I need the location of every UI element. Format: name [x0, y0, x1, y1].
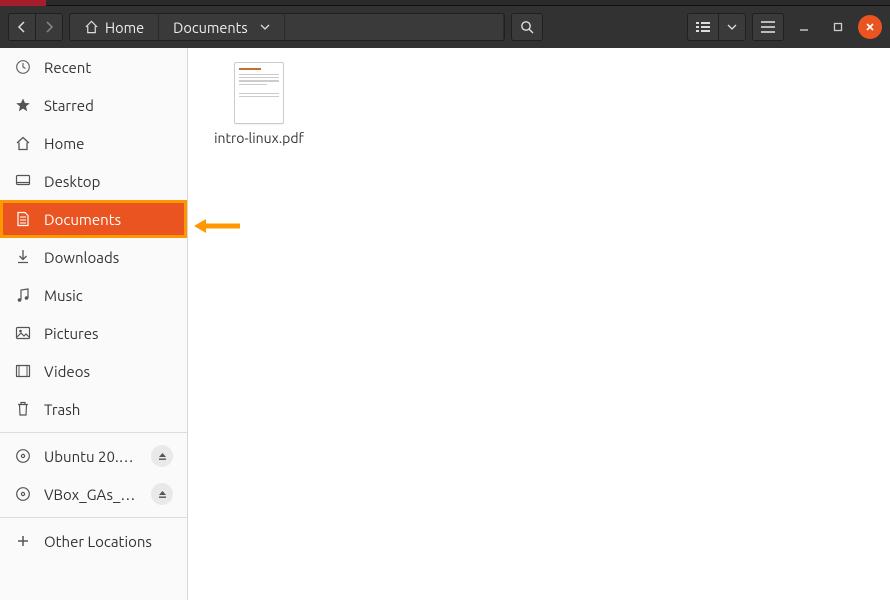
sidebar-item-desktop[interactable]: Desktop	[0, 162, 187, 200]
file-item[interactable]: intro-linux.pdf	[204, 58, 314, 151]
sidebar-item-documents[interactable]: Documents	[0, 200, 187, 238]
plus-icon	[16, 534, 30, 548]
sidebar-label: Other Locations	[44, 533, 152, 550]
sidebar: Recent Starred Home Desktop Documents Do…	[0, 48, 188, 600]
crumb-home-label: Home	[105, 19, 144, 36]
sidebar-item-starred[interactable]: Starred	[0, 86, 187, 124]
sidebar-item-trash[interactable]: Trash	[0, 390, 187, 428]
dropdown-icon	[260, 24, 270, 30]
back-button[interactable]	[8, 13, 35, 41]
disc-icon	[15, 486, 31, 502]
sidebar-item-other-locations[interactable]: Other Locations	[0, 522, 187, 560]
file-view[interactable]: intro-linux.pdf	[188, 48, 890, 600]
sidebar-label: Recent	[44, 59, 91, 76]
sidebar-label: Starred	[44, 97, 94, 114]
close-icon	[865, 22, 875, 32]
sidebar-item-home[interactable]: Home	[0, 124, 187, 162]
sidebar-label: Downloads	[44, 249, 119, 266]
disc-icon	[15, 448, 31, 464]
sidebar-item-videos[interactable]: Videos	[0, 352, 187, 390]
videos-icon	[15, 364, 31, 378]
eject-icon	[158, 490, 167, 499]
sidebar-label: Videos	[44, 363, 90, 380]
home-icon	[84, 20, 99, 34]
crumb-documents-label: Documents	[173, 19, 248, 36]
sidebar-item-downloads[interactable]: Downloads	[0, 238, 187, 276]
maximize-button[interactable]	[824, 22, 852, 32]
search-button[interactable]	[511, 13, 543, 41]
view-switcher	[687, 13, 746, 41]
hamburger-menu-button[interactable]	[752, 13, 784, 41]
download-icon	[16, 249, 30, 265]
sidebar-label: Desktop	[44, 173, 100, 190]
eject-icon	[158, 452, 167, 461]
home-icon	[15, 136, 31, 151]
eject-button[interactable]	[151, 483, 173, 505]
chevron-left-icon	[17, 21, 27, 33]
sidebar-item-recent[interactable]: Recent	[0, 48, 187, 86]
trash-icon	[16, 401, 30, 417]
sidebar-label: VBox_GAs_6.…	[44, 486, 138, 503]
clock-icon	[15, 59, 31, 75]
music-icon	[16, 287, 30, 303]
crumb-tail[interactable]	[285, 14, 504, 40]
desktop-icon	[15, 174, 31, 188]
maximize-icon	[833, 22, 843, 32]
sidebar-item-mount-vbox[interactable]: VBox_GAs_6.…	[0, 475, 187, 513]
sidebar-label: Documents	[44, 211, 121, 228]
list-view-button[interactable]	[687, 13, 718, 41]
chevron-right-icon	[44, 21, 54, 33]
sidebar-item-pictures[interactable]: Pictures	[0, 314, 187, 352]
pictures-icon	[15, 326, 31, 340]
sidebar-label: Pictures	[44, 325, 99, 342]
crumb-documents[interactable]: Documents	[159, 14, 285, 40]
sidebar-label: Trash	[44, 401, 80, 418]
eject-button[interactable]	[151, 445, 173, 467]
header-bar: Home Documents	[0, 6, 890, 48]
sidebar-item-mount-ubuntu[interactable]: Ubuntu 20.1…	[0, 437, 187, 475]
search-icon	[520, 20, 534, 34]
crumb-home[interactable]: Home	[70, 14, 159, 40]
chevron-down-icon	[727, 24, 737, 30]
hamburger-icon	[761, 21, 775, 33]
path-bar: Home Documents	[69, 13, 505, 41]
list-icon	[696, 21, 710, 33]
forward-button[interactable]	[35, 13, 63, 41]
nav-buttons	[8, 13, 63, 41]
view-options-button[interactable]	[718, 13, 746, 41]
minimize-icon	[799, 22, 809, 32]
sidebar-label: Home	[44, 135, 84, 152]
file-name: intro-linux.pdf	[214, 130, 304, 147]
star-icon	[15, 97, 31, 113]
sidebar-label: Music	[44, 287, 83, 304]
sidebar-item-music[interactable]: Music	[0, 276, 187, 314]
close-button[interactable]	[858, 15, 882, 39]
sidebar-label: Ubuntu 20.1…	[44, 448, 138, 465]
minimize-button[interactable]	[790, 22, 818, 32]
document-icon	[16, 211, 30, 227]
pdf-thumbnail-icon	[234, 62, 284, 124]
